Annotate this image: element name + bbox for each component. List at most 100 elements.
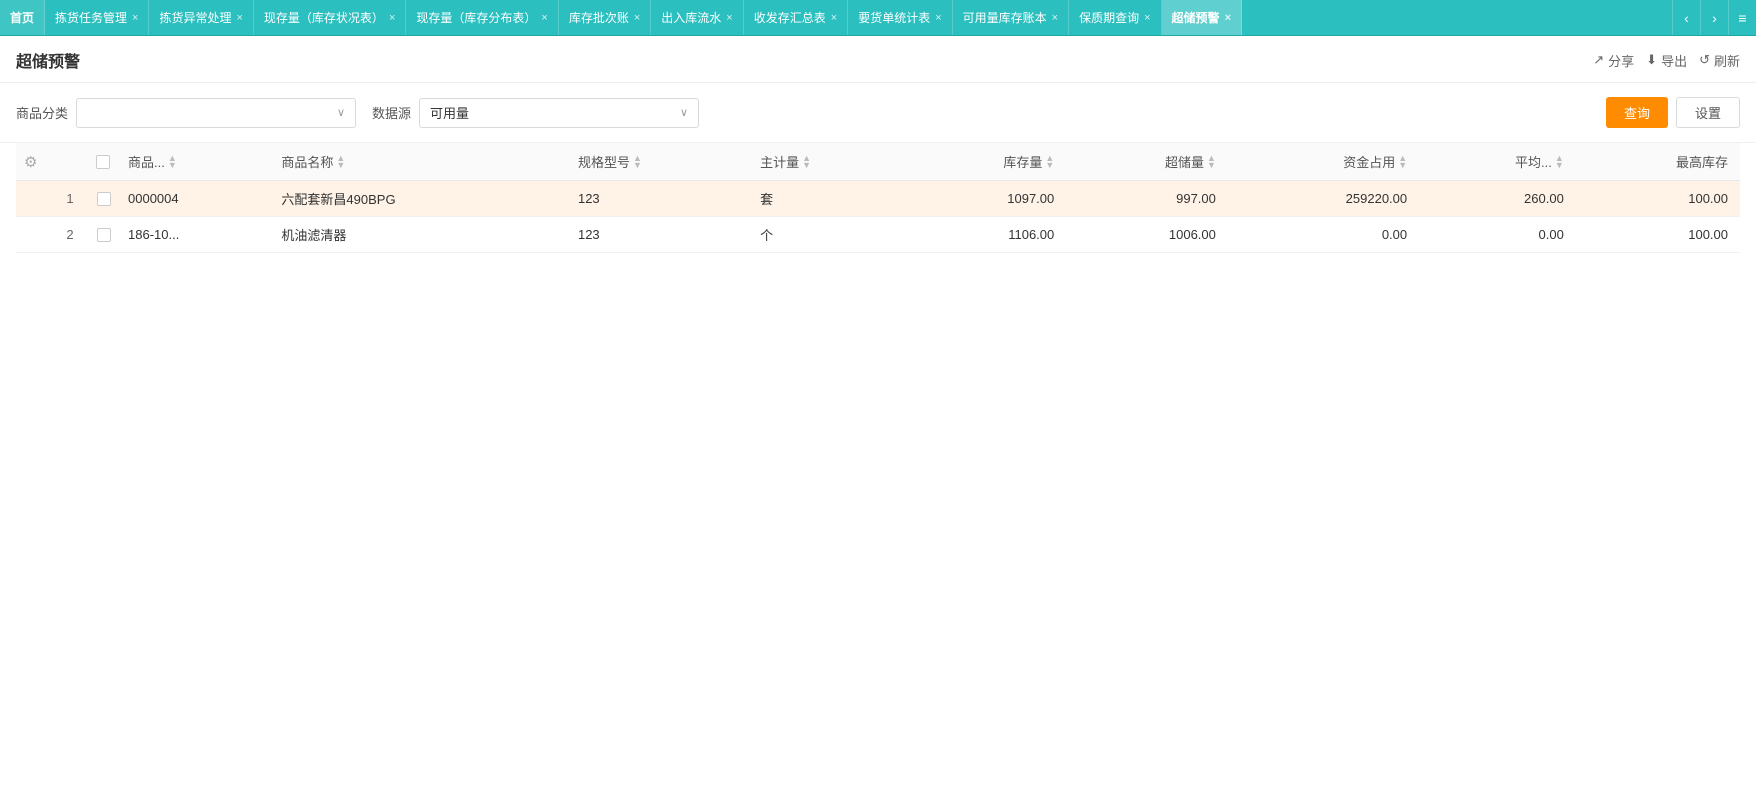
th-spec[interactable]: 规格型号 ▲▼ bbox=[570, 143, 752, 181]
row-stock: 1106.00 bbox=[905, 217, 1067, 253]
row-capital: 259220.00 bbox=[1228, 181, 1419, 217]
row-product-code: 0000004 bbox=[120, 181, 273, 217]
nav-item-abnormal[interactable]: 拣货异常处理 × bbox=[149, 0, 253, 35]
row-capital: 0.00 bbox=[1228, 217, 1419, 253]
th-gear[interactable]: ⚙ bbox=[16, 143, 52, 181]
sort-icon[interactable]: ▲▼ bbox=[1045, 155, 1054, 168]
row-overstock: 997.00 bbox=[1066, 181, 1228, 217]
sort-icon[interactable]: ▲▼ bbox=[1207, 155, 1216, 168]
close-icon[interactable]: × bbox=[132, 12, 138, 24]
close-icon[interactable]: × bbox=[1225, 12, 1231, 24]
nav-item-batch[interactable]: 库存批次账 × bbox=[559, 0, 651, 35]
row-checkbox[interactable] bbox=[88, 217, 120, 253]
th-unit-label: 主计量 bbox=[760, 152, 799, 171]
sort-icon[interactable]: ▲▼ bbox=[1398, 155, 1407, 168]
row-product-code: 186-10... bbox=[120, 217, 273, 253]
gear-icon[interactable]: ⚙ bbox=[24, 154, 37, 171]
row-select-checkbox[interactable] bbox=[97, 192, 111, 206]
table-row: 1 0000004 六配套新昌490BPG 123 套 1097.00 997.… bbox=[16, 181, 1740, 217]
nav-label-overstock: 超储预警 bbox=[1172, 9, 1220, 26]
nav-next-button[interactable]: › bbox=[1700, 0, 1728, 35]
row-number: 1 bbox=[52, 181, 88, 217]
close-icon[interactable]: × bbox=[726, 12, 732, 24]
query-button[interactable]: 查询 bbox=[1606, 97, 1668, 128]
th-product-name[interactable]: 商品名称 ▲▼ bbox=[273, 143, 570, 181]
export-icon: ⬇ bbox=[1646, 52, 1657, 68]
nav-prev-button[interactable]: ‹ bbox=[1672, 0, 1700, 35]
nav-label-inout-flow: 出入库流水 bbox=[661, 9, 721, 26]
close-icon[interactable]: × bbox=[541, 12, 547, 24]
nav-label-order-stat: 要货单统计表 bbox=[858, 9, 930, 26]
nav-label-home: 首页 bbox=[10, 9, 34, 26]
row-avg: 0.00 bbox=[1419, 217, 1576, 253]
close-icon[interactable]: × bbox=[1052, 12, 1058, 24]
nav-item-task-mgmt[interactable]: 拣货任务管理 × bbox=[45, 0, 149, 35]
datasource-select[interactable]: 可用量 ∨ bbox=[419, 98, 699, 128]
row-unit: 套 bbox=[752, 181, 905, 217]
nav-arrows: ‹ › ≡ bbox=[1672, 0, 1756, 35]
row-checkbox[interactable] bbox=[88, 181, 120, 217]
nav-menu-button[interactable]: ≡ bbox=[1728, 0, 1756, 35]
row-spec: 123 bbox=[570, 181, 752, 217]
nav-item-home[interactable]: 首页 bbox=[0, 0, 45, 35]
sort-icon[interactable]: ▲▼ bbox=[802, 155, 811, 168]
nav-item-order-stat[interactable]: 要货单统计表 × bbox=[848, 0, 952, 35]
settings-button[interactable]: 设置 bbox=[1676, 97, 1740, 128]
nav-item-collect[interactable]: 收发存汇总表 × bbox=[744, 0, 848, 35]
th-overstock-label: 超储量 bbox=[1165, 152, 1204, 171]
nav-item-inout-flow[interactable]: 出入库流水 × bbox=[651, 0, 743, 35]
export-label: 导出 bbox=[1661, 51, 1687, 70]
th-max-stock[interactable]: 最高库存 bbox=[1576, 143, 1740, 181]
nav-item-stock-dist[interactable]: 现存量（库存分布表） × bbox=[406, 0, 558, 35]
share-icon: ↗ bbox=[1593, 52, 1604, 68]
sort-icon[interactable]: ▲▼ bbox=[633, 155, 642, 168]
close-icon[interactable]: × bbox=[831, 12, 837, 24]
overstock-table: ⚙ 商品... ▲▼ 商品名称 bbox=[16, 143, 1740, 253]
select-all-checkbox[interactable] bbox=[96, 155, 110, 169]
th-stock[interactable]: 库存量 ▲▼ bbox=[905, 143, 1067, 181]
nav-item-avail-stock[interactable]: 可用量库存账本 × bbox=[953, 0, 1069, 35]
refresh-label: 刷新 bbox=[1714, 51, 1740, 70]
th-avg-label: 平均... bbox=[1515, 152, 1552, 171]
nav-item-expiry[interactable]: 保质期查询 × bbox=[1069, 0, 1161, 35]
sort-icon[interactable]: ▲▼ bbox=[1555, 155, 1564, 168]
th-overstock[interactable]: 超储量 ▲▼ bbox=[1066, 143, 1228, 181]
th-unit[interactable]: 主计量 ▲▼ bbox=[752, 143, 905, 181]
close-icon[interactable]: × bbox=[935, 12, 941, 24]
close-icon[interactable]: × bbox=[236, 12, 242, 24]
th-checkbox[interactable] bbox=[88, 143, 120, 181]
nav-label-avail-stock: 可用量库存账本 bbox=[963, 9, 1047, 26]
chevron-down-icon: ∨ bbox=[337, 106, 345, 119]
th-capital[interactable]: 资金占用 ▲▼ bbox=[1228, 143, 1419, 181]
category-select[interactable]: ∨ bbox=[76, 98, 356, 128]
nav-label-batch: 库存批次账 bbox=[569, 9, 629, 26]
row-product-name: 六配套新昌490BPG bbox=[273, 181, 570, 217]
row-gear[interactable] bbox=[16, 181, 52, 217]
close-icon[interactable]: × bbox=[1144, 12, 1150, 24]
row-gear[interactable] bbox=[16, 217, 52, 253]
th-max-stock-label: 最高库存 bbox=[1676, 152, 1728, 171]
category-filter-group: 商品分类 ∨ bbox=[16, 98, 356, 128]
refresh-button[interactable]: ↺ 刷新 bbox=[1699, 51, 1740, 70]
th-product-code[interactable]: 商品... ▲▼ bbox=[120, 143, 273, 181]
nav-item-stock-status[interactable]: 现存量（库存状况表） × bbox=[254, 0, 406, 35]
export-button[interactable]: ⬇ 导出 bbox=[1646, 51, 1687, 70]
close-icon[interactable]: × bbox=[634, 12, 640, 24]
th-spec-label: 规格型号 bbox=[578, 152, 630, 171]
close-icon[interactable]: × bbox=[389, 12, 395, 24]
row-max-stock: 100.00 bbox=[1576, 217, 1740, 253]
th-capital-label: 资金占用 bbox=[1343, 152, 1395, 171]
sort-icon[interactable]: ▲▼ bbox=[168, 155, 177, 168]
datasource-label: 数据源 bbox=[372, 103, 411, 122]
nav-label-stock-status: 现存量（库存状况表） bbox=[264, 9, 384, 26]
row-avg: 260.00 bbox=[1419, 181, 1576, 217]
row-select-checkbox[interactable] bbox=[97, 228, 111, 242]
table-row: 2 186-10... 机油滤清器 123 个 1106.00 1006.00 … bbox=[16, 217, 1740, 253]
nav-item-overstock[interactable]: 超储预警 × bbox=[1162, 0, 1242, 35]
th-avg[interactable]: 平均... ▲▼ bbox=[1419, 143, 1576, 181]
share-button[interactable]: ↗ 分享 bbox=[1593, 51, 1634, 70]
th-no bbox=[52, 143, 88, 181]
nav-label-collect: 收发存汇总表 bbox=[754, 9, 826, 26]
th-product-code-label: 商品... bbox=[128, 152, 165, 171]
sort-icon[interactable]: ▲▼ bbox=[336, 155, 345, 168]
